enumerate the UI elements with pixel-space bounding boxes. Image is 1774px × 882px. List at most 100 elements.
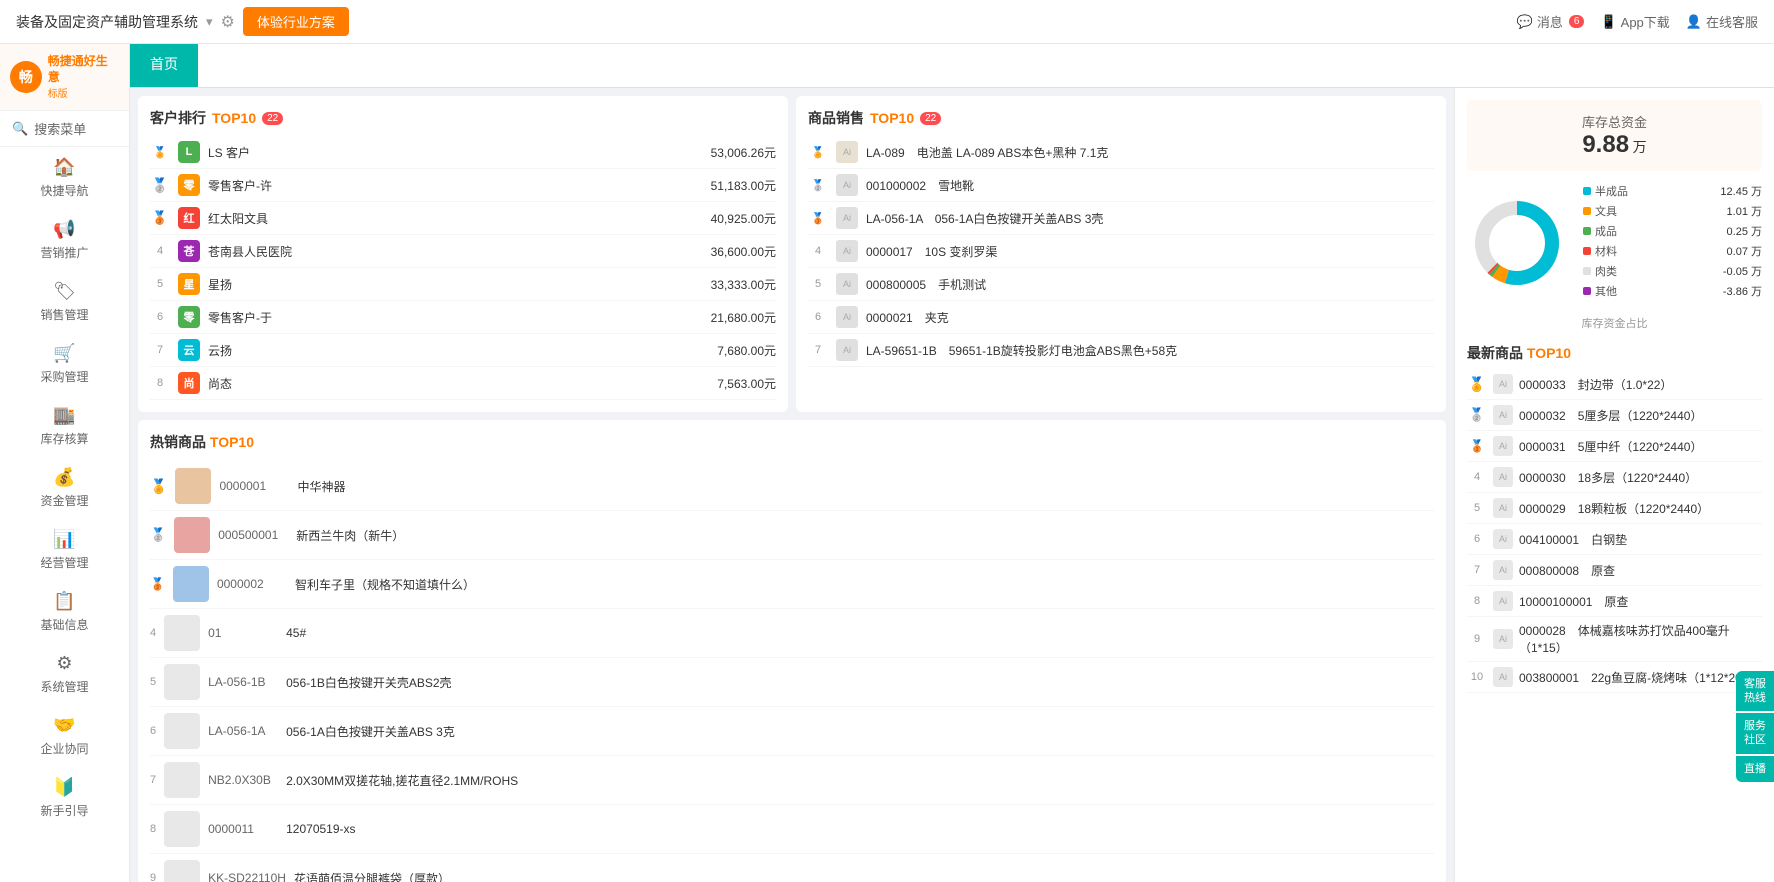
list-item: 5 Ai 0000029 18颗粒板（1220*2440） [1467,493,1762,524]
hot-prod-name-4: 45# [286,626,1434,640]
sidebar-item-enterprise[interactable]: 🤝 企业协同 [0,705,129,767]
dropdown-icon[interactable]: ▾ [206,14,213,30]
prod-img-1: Ai [836,141,858,163]
hot-rank-3-medal: 🥉 [150,577,165,591]
prod-name-5: 000800005 手机测试 [866,276,1434,293]
app-download-button[interactable]: 📱 App下载 [1600,12,1669,31]
legend-dot-5 [1583,267,1591,275]
legend-label-1: 半成品 [1595,183,1716,199]
new-prod-img-6: Ai [1493,529,1513,549]
hot-prod-code-2: 000500001 [218,528,288,542]
prod-img-3: Ai [836,207,858,229]
trial-button[interactable]: 体验行业方案 [243,7,349,36]
message-label: 消息 [1537,12,1563,31]
legend-item-5: 肉类 -0.05 万 [1583,263,1762,279]
inventory-total-value: 9.88 [1582,131,1629,158]
legend-dot-1 [1583,187,1591,195]
hot-prod-code-1: 0000001 [219,479,289,493]
enterprise-label: 企业协同 [40,740,88,757]
sidebar-item-finance[interactable]: 💰 资金管理 [0,457,129,519]
rank-num-2: 🥈 [150,177,170,194]
hot-prod-thumb-8 [164,811,200,847]
sidebar-item-marketing[interactable]: 📢 营销推广 [0,209,129,271]
float-community-button[interactable]: 服务 社区 [1736,713,1774,754]
new-prod-info-5: 0000029 18颗粒板（1220*2440） [1519,500,1762,517]
sidebar-search[interactable]: 🔍 搜索菜单 [0,111,129,147]
system-label: 系统管理 [40,678,88,695]
marketing-label: 营销推广 [40,244,88,261]
sidebar-item-purchase[interactable]: 🛒 采购管理 [0,333,129,395]
prod-name-2: 001000002 雪地靴 [866,177,1434,194]
messages-button[interactable]: 💬 消息 6 [1517,12,1585,31]
legend-value-5: -0.05 万 [1723,263,1762,279]
legend-label-3: 成品 [1595,223,1723,239]
hot-prod-code-3: 0000002 [217,577,287,591]
new-products-title: 最新商品 TOP10 [1467,343,1762,363]
customer-amount-4: 36,600.00元 [686,243,776,260]
top-rankings: 客户排行 TOP10 22 🏅 L LS 客户 53,006.26元 [138,96,1446,412]
hot-rank-9: 9 [150,872,156,882]
hot-rank-1-medal: 🏅 [150,478,167,495]
inventory-total-label: 库存总资金 [1479,112,1750,131]
rank-badge-6: 零 [178,306,200,328]
customer-ranking-card: 客户排行 TOP10 22 🏅 L LS 客户 53,006.26元 [138,96,788,412]
sidebar-item-guide[interactable]: 🔰 新手引导 [0,767,129,829]
float-live-button[interactable]: 直播 [1736,756,1774,782]
prod-img-2: Ai [836,174,858,196]
new-prod-info-3: 0000031 5厘中纤（1220*2440） [1519,438,1762,455]
rank-medal-1: 🏅 [150,146,170,159]
hot-prod-thumb-1 [175,468,211,504]
top-bar-left: 装备及固定资产辅助管理系统 ▾ ⚙ 体验行业方案 [16,7,1505,36]
new-prod-info-1: 0000033 封边带（1.0*22） [1519,376,1762,393]
sidebar-item-inventory[interactable]: 🏬 库存核算 [0,395,129,457]
new-rank-1: 🏅 [1467,376,1487,393]
prod-rank-3: 🥉 [808,212,828,225]
product-ranking-top: TOP10 [870,110,914,126]
new-products-section: 最新商品 TOP10 🏅 Ai 0000033 封边带（1.0*22） 🥈 Ai… [1467,343,1762,693]
legend-dot-4 [1583,247,1591,255]
rank-badge-2: 零 [178,174,200,196]
prod-rank-5: 5 [808,278,828,290]
list-item: 9 KK-SD22110H 花语萌佰温分腿裤袋（厚款） [150,854,1434,882]
customer-ranking-badge: 22 [262,112,283,125]
new-prod-img-4: Ai [1493,467,1513,487]
rank-num-5: 5 [150,278,170,290]
prod-img-7: Ai [836,339,858,361]
legend-dot-6 [1583,287,1591,295]
hot-products-title: 热销商品 TOP10 [150,432,1434,452]
list-item: 6 LA-056-1A 056-1A白色按键开关盖ABS 3克 [150,707,1434,756]
customer-ranking-title: 客户排行 [150,108,206,128]
sidebar: 畅 畅捷通好生意 标版 🔍 搜索菜单 🏠 快捷导航 📢 营销推广 🏷 销售管理 … [0,44,130,882]
new-rank-5: 5 [1467,502,1487,514]
product-ranking-title: 商品销售 [808,108,864,128]
product-rank-table: 🏅 Ai LA-089 电池盖 LA-089 ABS本色+黑种 7.1克 🥈 A… [808,136,1434,367]
finance-label: 资金管理 [40,492,88,509]
sidebar-item-system[interactable]: ⚙ 系统管理 [0,643,129,705]
list-item: 9 Ai 0000028 体械嘉核味苏打饮品400毫升（1*15） [1467,617,1762,662]
inventory-label: 库存核算 [40,430,88,447]
float-hotline-button[interactable]: 客服 热线 [1736,671,1774,712]
hot-rank-4: 4 [150,627,156,639]
tab-home[interactable]: 首页 [130,44,198,87]
sidebar-item-quick-nav[interactable]: 🏠 快捷导航 [0,147,129,209]
table-row: 6 Ai 0000021 夹克 [808,301,1434,334]
customer-name-1: LS 客户 [208,144,678,161]
sales-label: 销售管理 [40,306,88,323]
sidebar-item-sales[interactable]: 🏷 销售管理 [0,271,129,333]
table-row: 5 Ai 000800005 手机测试 [808,268,1434,301]
sales-icon: 🏷 [53,281,76,302]
sidebar-item-base[interactable]: 📋 基础信息 [0,581,129,643]
list-item: 🥉 Ai 0000031 5厘中纤（1220*2440） [1467,431,1762,462]
table-row: 7 云 云扬 7,680.00元 [150,334,776,367]
legend-item-3: 成品 0.25 万 [1583,223,1762,239]
content-left: 客户排行 TOP10 22 🏅 L LS 客户 53,006.26元 [130,88,1454,882]
top-bar: 装备及固定资产辅助管理系统 ▾ ⚙ 体验行业方案 💬 消息 6 📱 App下载 … [0,0,1774,44]
customer-amount-2: 51,183.00元 [686,177,776,194]
legend-label-5: 肉类 [1595,263,1719,279]
sidebar-item-operation[interactable]: 📊 经营管理 [0,519,129,581]
hot-rank-8: 8 [150,823,156,835]
online-service-button[interactable]: 👤 在线客服 [1686,12,1758,31]
product-ranking-card: 商品销售 TOP10 22 🏅 Ai LA-089 电池盖 LA-089 ABS… [796,96,1446,412]
customer-amount-1: 53,006.26元 [686,144,776,161]
settings-icon[interactable]: ⚙ [221,12,235,32]
